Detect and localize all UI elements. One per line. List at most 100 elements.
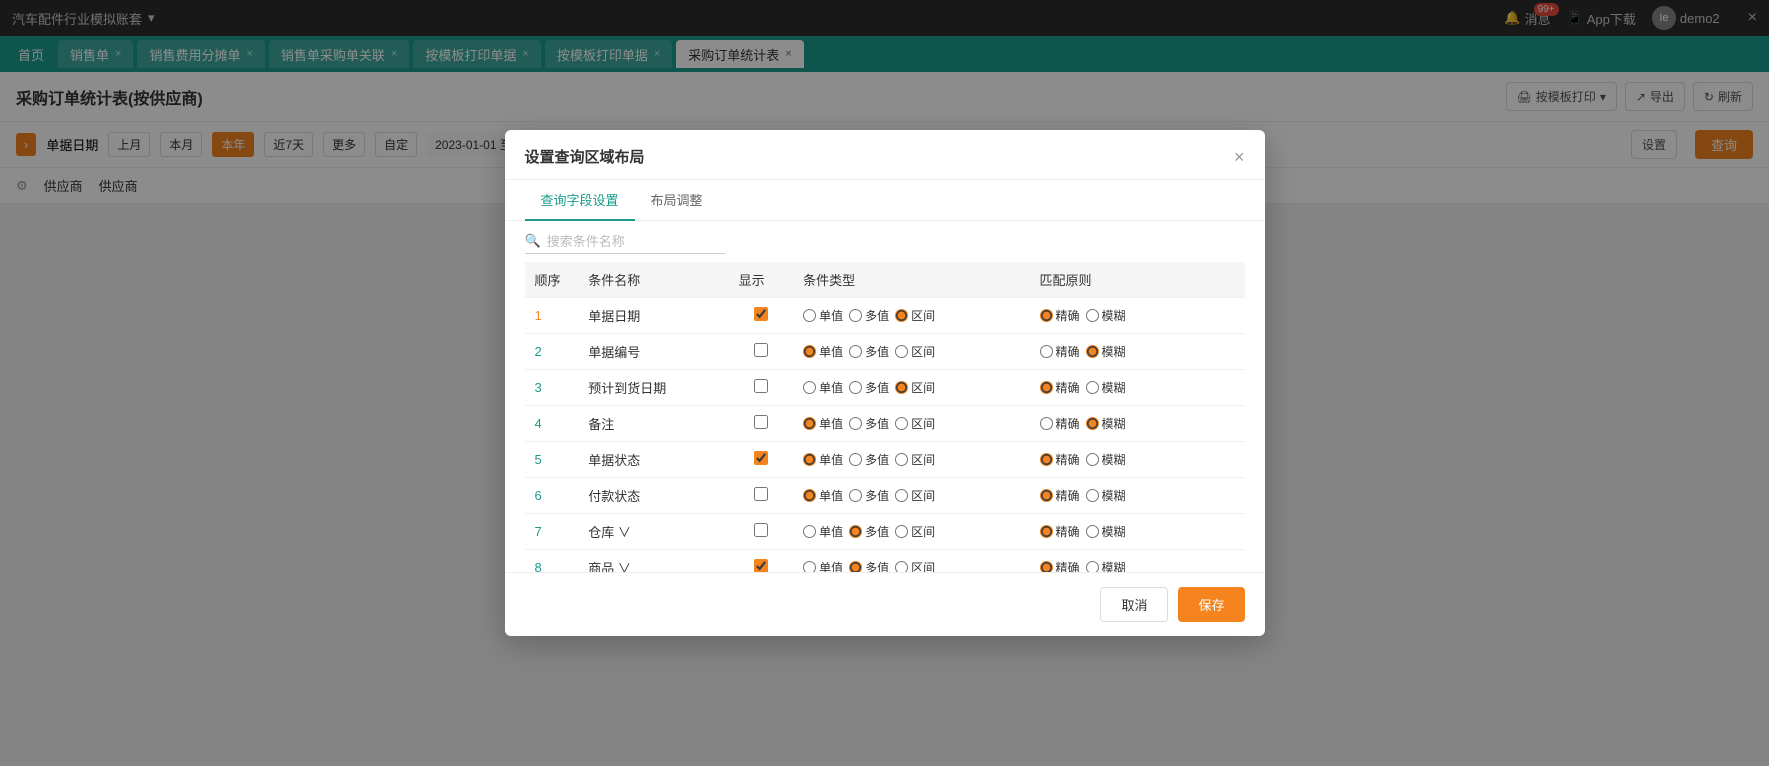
type-radio-item[interactable]: 区间: [895, 379, 935, 396]
type-radio[interactable]: [849, 381, 862, 394]
type-radio-label: 区间: [911, 307, 935, 324]
search-input[interactable]: [547, 234, 707, 249]
match-radio-item[interactable]: 模糊: [1086, 487, 1126, 504]
type-radio-item[interactable]: 单值: [803, 415, 843, 432]
show-checkbox[interactable]: [754, 559, 768, 572]
match-radio[interactable]: [1086, 345, 1099, 358]
type-radio-item[interactable]: 多值: [849, 487, 889, 504]
type-radio-item[interactable]: 区间: [895, 523, 935, 540]
show-checkbox[interactable]: [754, 487, 768, 501]
show-checkbox[interactable]: [754, 523, 768, 537]
match-radio[interactable]: [1040, 309, 1053, 322]
type-radio[interactable]: [895, 489, 908, 502]
tab-layout-adjust[interactable]: 布局调整: [635, 180, 719, 221]
match-radio-item[interactable]: 精确: [1040, 487, 1080, 504]
match-radio[interactable]: [1040, 561, 1053, 572]
type-radio-item[interactable]: 单值: [803, 451, 843, 468]
type-radio[interactable]: [849, 309, 862, 322]
match-radio[interactable]: [1040, 417, 1053, 430]
type-radio[interactable]: [849, 561, 862, 572]
show-checkbox[interactable]: [754, 415, 768, 429]
type-radio-item[interactable]: 多值: [849, 451, 889, 468]
type-radio-label: 多值: [865, 415, 889, 432]
type-radio[interactable]: [803, 345, 816, 358]
match-radio[interactable]: [1086, 525, 1099, 538]
show-checkbox[interactable]: [754, 379, 768, 393]
match-radio-item[interactable]: 模糊: [1086, 559, 1126, 572]
type-radio-item[interactable]: 区间: [895, 559, 935, 572]
type-radio-item[interactable]: 单值: [803, 487, 843, 504]
match-radio[interactable]: [1040, 453, 1053, 466]
match-radio-item[interactable]: 精确: [1040, 559, 1080, 572]
type-radio-item[interactable]: 多值: [849, 415, 889, 432]
type-radio-item[interactable]: 区间: [895, 343, 935, 360]
match-radio-item[interactable]: 精确: [1040, 307, 1080, 324]
match-radio-item[interactable]: 精确: [1040, 523, 1080, 540]
match-radio-item[interactable]: 模糊: [1086, 415, 1126, 432]
type-radio[interactable]: [895, 561, 908, 572]
type-radio-item[interactable]: 单值: [803, 559, 843, 572]
tab-query-fields[interactable]: 查询字段设置: [525, 180, 635, 221]
type-radio[interactable]: [895, 525, 908, 538]
type-radio-item[interactable]: 单值: [803, 343, 843, 360]
match-radio-item[interactable]: 模糊: [1086, 307, 1126, 324]
dialog-search-area: 🔍: [505, 221, 1265, 262]
match-radio[interactable]: [1086, 489, 1099, 502]
save-button[interactable]: 保存: [1178, 587, 1244, 622]
match-radio-label: 模糊: [1102, 487, 1126, 504]
table-body: 1单据日期单值多值区间精确模糊2单据编号单值多值区间精确模糊3预计到货日期单值多…: [525, 298, 1245, 573]
match-radio-item[interactable]: 精确: [1040, 379, 1080, 396]
type-radio[interactable]: [849, 417, 862, 430]
match-radio[interactable]: [1086, 453, 1099, 466]
match-radio[interactable]: [1040, 381, 1053, 394]
match-radio-item[interactable]: 模糊: [1086, 523, 1126, 540]
type-radio-item[interactable]: 区间: [895, 451, 935, 468]
type-radio-item[interactable]: 单值: [803, 307, 843, 324]
match-radio-item[interactable]: 精确: [1040, 415, 1080, 432]
type-radio[interactable]: [895, 453, 908, 466]
type-radio[interactable]: [849, 345, 862, 358]
type-radio-item[interactable]: 区间: [895, 307, 935, 324]
type-radio[interactable]: [803, 309, 816, 322]
type-radio-item[interactable]: 多值: [849, 559, 889, 572]
match-radio[interactable]: [1040, 345, 1053, 358]
type-radio-item[interactable]: 单值: [803, 523, 843, 540]
type-radio-item[interactable]: 多值: [849, 343, 889, 360]
show-checkbox[interactable]: [754, 307, 768, 321]
type-radio[interactable]: [849, 453, 862, 466]
type-radio[interactable]: [895, 381, 908, 394]
type-radio[interactable]: [895, 345, 908, 358]
type-radio-item[interactable]: 区间: [895, 415, 935, 432]
show-checkbox[interactable]: [754, 343, 768, 357]
match-radio[interactable]: [1086, 417, 1099, 430]
type-radio[interactable]: [895, 309, 908, 322]
match-radio[interactable]: [1086, 561, 1099, 572]
match-radio-item[interactable]: 模糊: [1086, 451, 1126, 468]
type-radio[interactable]: [803, 525, 816, 538]
type-radio[interactable]: [849, 489, 862, 502]
match-radio-item[interactable]: 模糊: [1086, 379, 1126, 396]
type-radio-item[interactable]: 多值: [849, 379, 889, 396]
type-radio[interactable]: [803, 489, 816, 502]
match-radio[interactable]: [1086, 381, 1099, 394]
match-radio[interactable]: [1040, 489, 1053, 502]
type-radio[interactable]: [803, 453, 816, 466]
type-radio-item[interactable]: 区间: [895, 487, 935, 504]
dialog-title: 设置查询区域布局: [525, 146, 645, 167]
cancel-button[interactable]: 取消: [1100, 587, 1168, 622]
type-radio-item[interactable]: 多值: [849, 523, 889, 540]
show-checkbox[interactable]: [754, 451, 768, 465]
match-radio[interactable]: [1040, 525, 1053, 538]
match-radio[interactable]: [1086, 309, 1099, 322]
type-radio[interactable]: [803, 381, 816, 394]
type-radio[interactable]: [803, 417, 816, 430]
match-radio-item[interactable]: 精确: [1040, 343, 1080, 360]
dialog-close-button[interactable]: ×: [1234, 148, 1245, 166]
match-radio-item[interactable]: 精确: [1040, 451, 1080, 468]
type-radio-item[interactable]: 多值: [849, 307, 889, 324]
type-radio[interactable]: [895, 417, 908, 430]
match-radio-item[interactable]: 模糊: [1086, 343, 1126, 360]
type-radio[interactable]: [849, 525, 862, 538]
type-radio[interactable]: [803, 561, 816, 572]
type-radio-item[interactable]: 单值: [803, 379, 843, 396]
